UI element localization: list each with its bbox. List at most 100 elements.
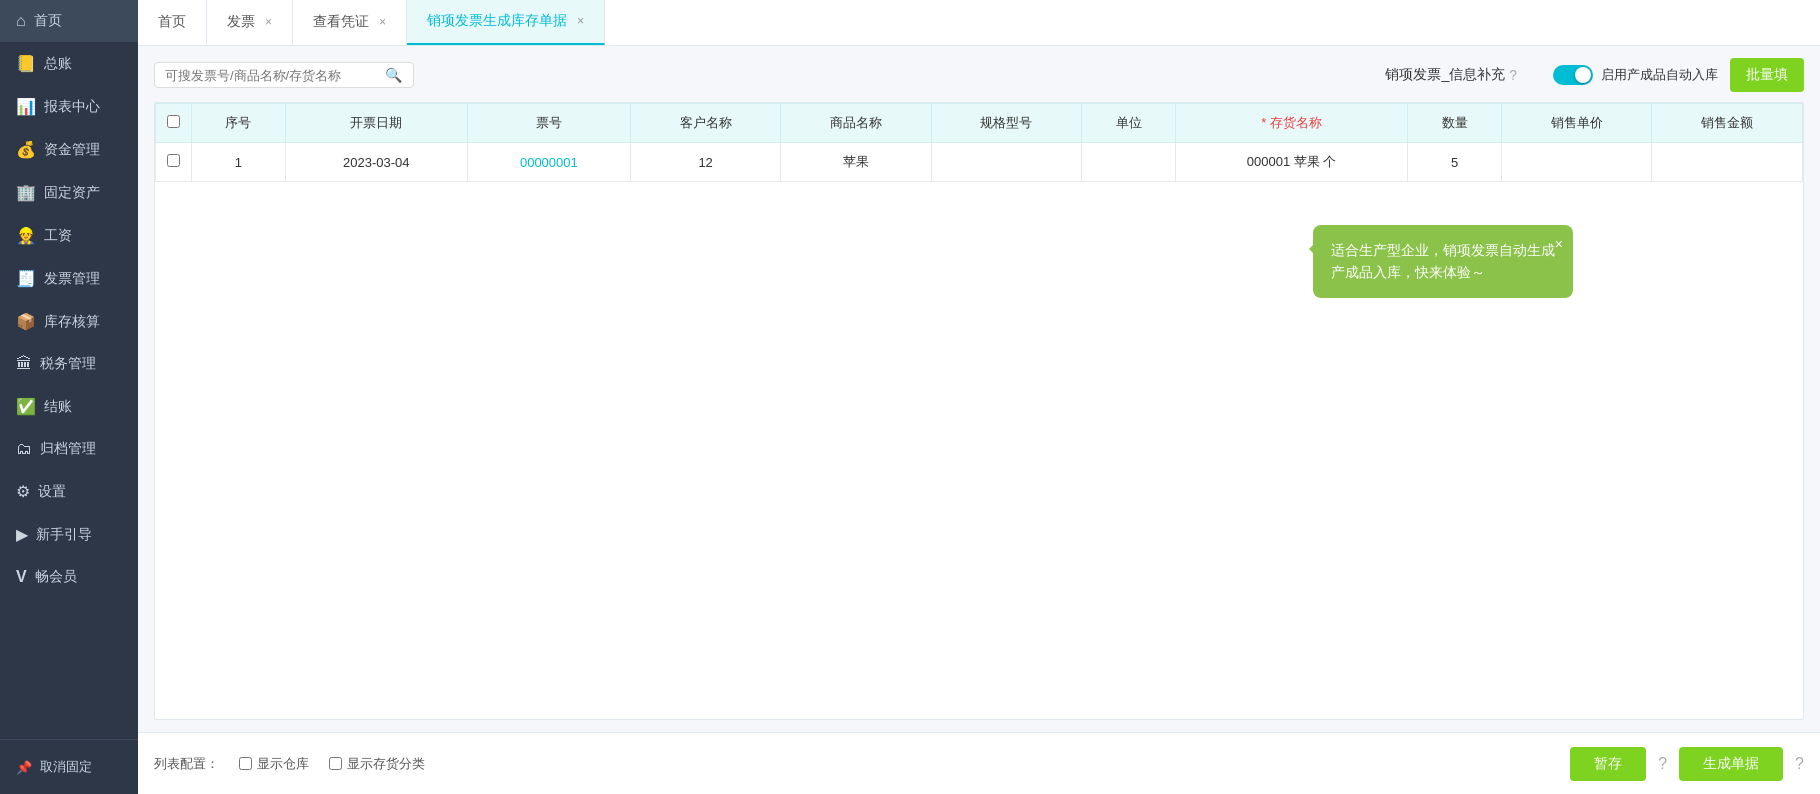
sidebar-item-invoice[interactable]: 🧾 发票管理: [0, 257, 138, 300]
toggle-track: [1553, 65, 1593, 85]
th-price: 销售单价: [1502, 104, 1652, 143]
pin-icon: 📌: [16, 760, 32, 775]
tooltip-text: 适合生产型企业，销项发票自动生成产成品入库，快来体验～: [1331, 242, 1555, 280]
sidebar-item-fixed[interactable]: 🏢 固定资产: [0, 171, 138, 214]
show-category-checkbox[interactable]: [329, 757, 342, 770]
tab-home-label: 首页: [158, 13, 186, 31]
search-box[interactable]: 🔍: [154, 62, 414, 88]
tab-home[interactable]: 首页: [138, 0, 207, 45]
cell-price: [1502, 143, 1652, 182]
cell-customer: 12: [630, 143, 780, 182]
invoice-link[interactable]: 00000001: [520, 155, 578, 170]
cell-amount: [1652, 143, 1803, 182]
sidebar-item-label: 设置: [38, 483, 66, 501]
report-icon: 📊: [16, 97, 36, 116]
tabs-bar: 首页 发票 × 查看凭证 × 销项发票生成库存单据 ×: [138, 0, 1820, 46]
auto-warehouse-toggle[interactable]: [1553, 65, 1593, 85]
th-num: 票号: [467, 104, 630, 143]
cell-num: 00000001: [467, 143, 630, 182]
sidebar-bottom: 📌 取消固定: [0, 739, 138, 794]
sidebar-item-label: 库存核算: [44, 313, 100, 331]
toolbar: 🔍 销项发票_信息补充 ? 启用产成品自动入库 批量填: [154, 58, 1804, 92]
show-category-label: 显示存货分类: [347, 755, 425, 773]
settlement-icon: ✅: [16, 397, 36, 416]
table-row: 1 2023-03-04 00000001 12 苹果 000001 苹果 个 …: [156, 143, 1803, 182]
show-warehouse-option[interactable]: 显示仓库: [239, 755, 309, 773]
cell-quantity: 5: [1408, 143, 1502, 182]
inventory-icon: 📦: [16, 312, 36, 331]
fixed-icon: 🏢: [16, 183, 36, 202]
batch-fill-button[interactable]: 批量填: [1730, 58, 1804, 92]
sidebar-item-capital[interactable]: 💰 资金管理: [0, 128, 138, 171]
save-button[interactable]: 暂存: [1570, 747, 1646, 781]
toggle-area: 启用产成品自动入库: [1553, 65, 1718, 85]
sidebar-item-archive[interactable]: 🗂 归档管理: [0, 428, 138, 470]
th-amount: 销售金额: [1652, 104, 1803, 143]
show-warehouse-checkbox[interactable]: [239, 757, 252, 770]
th-checkbox: [156, 104, 192, 143]
show-warehouse-label: 显示仓库: [257, 755, 309, 773]
sidebar-item-inventory[interactable]: 📦 库存核算: [0, 300, 138, 343]
th-product: 商品名称: [781, 104, 931, 143]
help-icon-info[interactable]: ?: [1509, 67, 1517, 83]
sidebar-item-home[interactable]: ⌂ 首页: [0, 0, 138, 42]
sidebar-item-settings[interactable]: ⚙ 设置: [0, 470, 138, 513]
save-help-icon[interactable]: ?: [1658, 755, 1667, 773]
search-input[interactable]: [165, 68, 385, 83]
bottom-bar: 列表配置： 显示仓库 显示存货分类 暂存 ? 生成单据 ?: [138, 732, 1820, 794]
sidebar-item-guide[interactable]: ▶ 新手引导: [0, 513, 138, 556]
sidebar-item-label: 固定资产: [44, 184, 100, 202]
show-category-option[interactable]: 显示存货分类: [329, 755, 425, 773]
settings-icon: ⚙: [16, 482, 30, 501]
ledger-icon: 📒: [16, 54, 36, 73]
cell-product: 苹果: [781, 143, 931, 182]
sidebar-item-member[interactable]: V 畅会员: [0, 556, 138, 598]
archive-icon: 🗂: [16, 440, 32, 458]
th-customer: 客户名称: [630, 104, 780, 143]
sidebar-item-report[interactable]: 📊 报表中心: [0, 85, 138, 128]
sidebar-item-label: 报表中心: [44, 98, 100, 116]
home-icon: ⌂: [16, 12, 26, 30]
sidebar-item-label: 结账: [44, 398, 72, 416]
tooltip-popup: × 适合生产型企业，销项发票自动生成产成品入库，快来体验～: [1313, 225, 1573, 298]
sidebar-item-ledger[interactable]: 📒 总账: [0, 42, 138, 85]
sidebar-item-label: 税务管理: [40, 355, 96, 373]
cancel-pin-label: 取消固定: [40, 758, 92, 776]
th-seq: 序号: [192, 104, 286, 143]
generate-button[interactable]: 生成单据: [1679, 747, 1783, 781]
cell-inventory: 000001 苹果 个: [1175, 143, 1407, 182]
tab-voucher[interactable]: 查看凭证 ×: [293, 0, 407, 45]
generate-help-icon[interactable]: ?: [1795, 755, 1804, 773]
th-model: 规格型号: [931, 104, 1081, 143]
member-icon: V: [16, 568, 27, 586]
info-label-text: 销项发票_信息补充: [1385, 66, 1505, 84]
bottom-actions: 暂存 ? 生成单据 ?: [1570, 747, 1804, 781]
tab-cancel-invoice-close[interactable]: ×: [577, 14, 584, 28]
search-icon: 🔍: [385, 67, 402, 83]
sidebar-item-tax[interactable]: 🏛 税务管理: [0, 343, 138, 385]
tab-invoice[interactable]: 发票 ×: [207, 0, 293, 45]
sidebar-item-settlement[interactable]: ✅ 结账: [0, 385, 138, 428]
row-checkbox-cell: [156, 143, 192, 182]
invoice-icon: 🧾: [16, 269, 36, 288]
tab-invoice-close[interactable]: ×: [265, 15, 272, 29]
table-container: 序号 开票日期 票号 客户名称 商品名称 规格型号 单位 * 存货名称 数量 销…: [154, 102, 1804, 720]
sidebar-item-label: 总账: [44, 55, 72, 73]
select-all-checkbox[interactable]: [167, 115, 180, 128]
wages-icon: 👷: [16, 226, 36, 245]
tab-voucher-close[interactable]: ×: [379, 15, 386, 29]
sidebar-item-wages[interactable]: 👷 工资: [0, 214, 138, 257]
cell-seq: 1: [192, 143, 286, 182]
toggle-label: 启用产成品自动入库: [1601, 66, 1718, 84]
tab-invoice-label: 发票: [227, 13, 255, 31]
sidebar-item-label: 首页: [34, 12, 62, 30]
tab-cancel-invoice[interactable]: 销项发票生成库存单据 ×: [407, 0, 605, 45]
tooltip-close-button[interactable]: ×: [1555, 233, 1563, 255]
cancel-pin-button[interactable]: 📌 取消固定: [0, 748, 138, 786]
info-label: 销项发票_信息补充 ?: [1385, 66, 1517, 84]
sidebar-item-label: 发票管理: [44, 270, 100, 288]
row-checkbox[interactable]: [167, 154, 180, 167]
toggle-thumb: [1575, 67, 1591, 83]
tax-icon: 🏛: [16, 355, 32, 373]
tab-voucher-label: 查看凭证: [313, 13, 369, 31]
